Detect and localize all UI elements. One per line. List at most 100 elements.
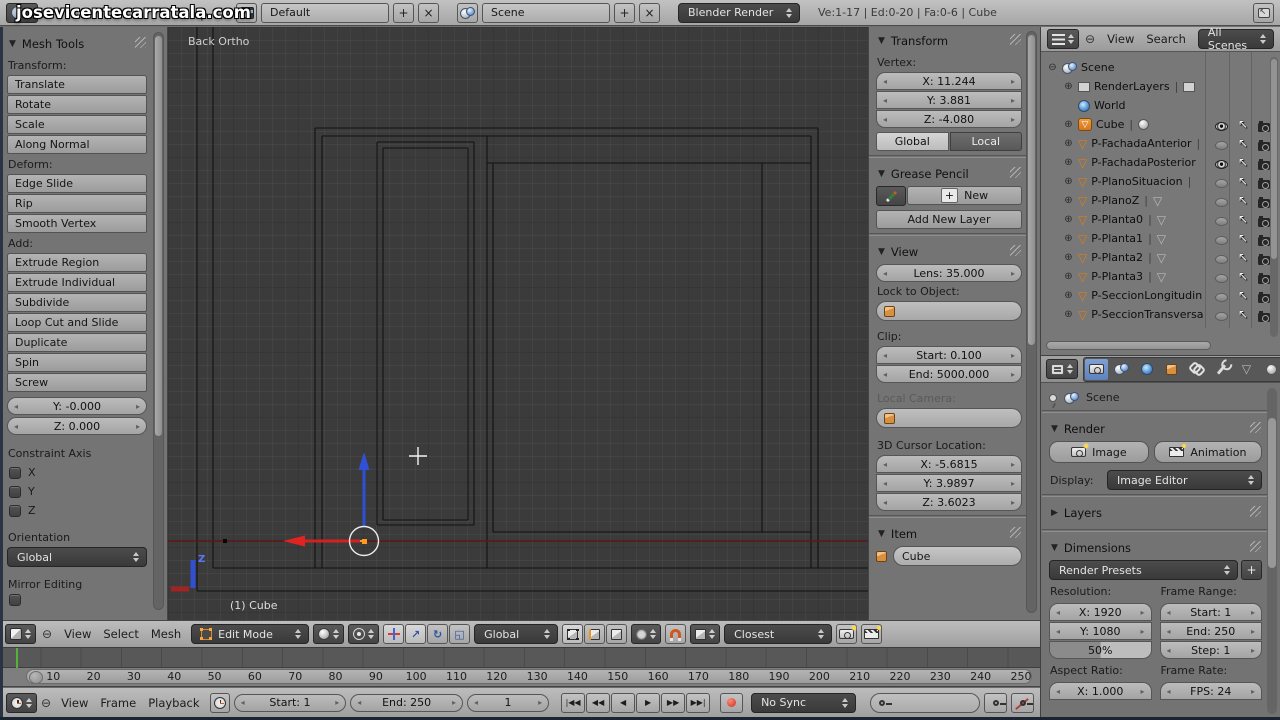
auto-keyframe-record-button[interactable] xyxy=(720,692,744,713)
current-frame-indicator[interactable] xyxy=(16,648,18,668)
outliner-row-p-planta1[interactable]: ⊕ ▽ P-Planta1 | ▽ ↖ xyxy=(1041,229,1280,248)
visibility-eye-icon[interactable] xyxy=(1215,252,1228,265)
delete-keyframe-button[interactable] xyxy=(1011,692,1035,713)
outliner-menu-search[interactable]: Search xyxy=(1140,32,1192,46)
rotate-manipulator-button[interactable]: ↻ xyxy=(427,624,449,644)
editor-type-button-properties[interactable] xyxy=(1046,359,1078,379)
outliner-row-p-planosituacion[interactable]: ⊕ ▽ P-PlanoSituacion | ↖ xyxy=(1041,172,1280,191)
timeline-ruler[interactable]: 10 20 30 40 50 60 70 80 90 100 110 120 130 140 150 160 1… xyxy=(0,668,1040,687)
outliner-menu-view[interactable]: View xyxy=(1101,32,1140,46)
tool-button-extrude-individual[interactable]: Extrude Individual xyxy=(7,273,147,292)
axis-z-checkbox[interactable] xyxy=(9,504,21,517)
add-scene-button[interactable]: + xyxy=(614,2,635,23)
selectability-cursor-icon[interactable]: ↖ xyxy=(1238,174,1248,188)
collapse-icon[interactable]: ⊖ xyxy=(1047,62,1058,73)
outliner-row-p-planta3[interactable]: ⊕ ▽ P-Planta3 | ▽ ↖ xyxy=(1041,267,1280,286)
vertex-point[interactable] xyxy=(223,539,227,543)
viewport-menu-view[interactable]: View xyxy=(58,627,97,641)
visibility-eye-icon[interactable] xyxy=(1215,195,1228,208)
render-image-button[interactable]: Image xyxy=(1049,441,1149,463)
tab-render[interactable] xyxy=(1085,358,1108,380)
selectability-cursor-icon[interactable]: ↖ xyxy=(1238,288,1248,302)
tab-world[interactable] xyxy=(1135,359,1158,380)
visibility-eye-icon[interactable] xyxy=(1215,214,1228,227)
tool-shelf-scrollbar[interactable] xyxy=(153,32,164,610)
renderability-camera-icon[interactable] xyxy=(1258,253,1270,266)
tool-button-screw[interactable]: Screw xyxy=(7,373,147,392)
add-preset-button[interactable]: + xyxy=(1241,560,1262,580)
tab-object[interactable] xyxy=(1160,359,1183,380)
end-frame-field[interactable]: End: 250 xyxy=(350,693,463,712)
outliner-row-p-planta0[interactable]: ⊕ ▽ P-Planta0 | ▽ ↖ xyxy=(1041,210,1280,229)
resolution-y-field[interactable]: Y: 1080 xyxy=(1049,622,1152,640)
jump-to-prev-keyframe-button[interactable]: ◀◀ xyxy=(586,692,611,713)
current-frame-field[interactable]: 1 xyxy=(466,693,550,712)
grease-new-button[interactable]: + New xyxy=(907,186,1022,205)
grease-pencil-panel-header[interactable]: ▼ Grease Pencil xyxy=(876,162,1022,186)
clip-end-field[interactable]: End: 5000.000 xyxy=(876,365,1022,383)
pivot-point-select[interactable] xyxy=(348,624,380,644)
renderability-camera-icon[interactable] xyxy=(1258,158,1270,171)
scrollbar-thumb[interactable] xyxy=(155,36,162,436)
visibility-eye-icon[interactable] xyxy=(1215,309,1228,322)
outliner-row-p-fachadaanterior[interactable]: ⊕ ▽ P-FachadaAnterior | ↖ xyxy=(1041,134,1280,153)
mesh-tools-panel-header[interactable]: ▼ Mesh Tools xyxy=(7,32,147,56)
expand-icon[interactable]: ⊕ xyxy=(1063,195,1074,206)
outliner-row-p-planta2[interactable]: ⊕ ▽ P-Planta2 | ▽ ↖ xyxy=(1041,248,1280,267)
frame-start-field[interactable]: Start: 1 xyxy=(1159,603,1262,621)
outliner-row-p-fachadaposterior[interactable]: ⊕ ▽ P-FachadaPosterior ↖ xyxy=(1041,153,1280,172)
expand-icon[interactable]: ⊕ xyxy=(1063,290,1074,301)
resolution-percentage-slider[interactable]: 50% xyxy=(1049,641,1152,659)
x-axis-arrow-icon[interactable] xyxy=(283,535,305,547)
collapse-menus-icon[interactable]: ⊖ xyxy=(40,627,54,641)
renderability-camera-icon[interactable] xyxy=(1258,310,1270,323)
collapse-menus-icon[interactable]: ⊖ xyxy=(41,696,51,710)
translate-manipulator[interactable] xyxy=(283,452,380,557)
properties-scrollbar[interactable] xyxy=(1267,388,1277,714)
active-keying-set-field[interactable] xyxy=(869,692,981,713)
tab-scene[interactable] xyxy=(1110,359,1133,380)
selectability-cursor-icon[interactable]: ↖ xyxy=(1238,136,1248,150)
timeline-menu-playback[interactable]: Playback xyxy=(142,696,205,710)
editor-type-button-timeline[interactable] xyxy=(6,692,37,713)
viewport-shading-select[interactable] xyxy=(313,624,345,644)
scrollbar-thumb[interactable] xyxy=(1271,59,1277,259)
selectability-cursor-icon[interactable]: ↖ xyxy=(1238,250,1248,264)
outliner-horizontal-scrollbar[interactable] xyxy=(1046,341,1211,350)
selectability-cursor-icon[interactable]: ↖ xyxy=(1238,212,1248,226)
render-panel-header[interactable]: ▼ Render xyxy=(1049,417,1262,441)
operator-stepper-y[interactable]: Y: -0.000 xyxy=(7,397,147,415)
transform-panel-header[interactable]: ▼ Transform xyxy=(876,29,1022,53)
expand-icon[interactable]: ⊕ xyxy=(1063,214,1074,225)
tool-button-scale[interactable]: Scale xyxy=(7,115,147,134)
display-method-select[interactable]: Image Editor xyxy=(1107,470,1262,490)
renderability-camera-icon[interactable] xyxy=(1258,196,1270,209)
manipulator-center[interactable] xyxy=(362,539,367,544)
item-panel-header[interactable]: ▼ Item xyxy=(876,522,1022,546)
viewport-menu-select[interactable]: Select xyxy=(97,627,144,641)
expand-icon[interactable]: ⊕ xyxy=(1063,138,1074,149)
visibility-eye-icon[interactable] xyxy=(1215,271,1228,284)
timeline-track[interactable] xyxy=(0,648,1040,668)
npanel-scrollbar[interactable] xyxy=(1026,31,1037,613)
tool-button-smooth-vertex[interactable]: Smooth Vertex xyxy=(7,214,147,233)
window-duplicate-button[interactable] xyxy=(1253,2,1274,23)
close-layout-button[interactable]: × xyxy=(418,2,439,23)
snap-element-select[interactable] xyxy=(690,624,721,644)
pin-icon[interactable] xyxy=(1049,393,1057,402)
selectability-cursor-icon[interactable]: ↖ xyxy=(1238,269,1248,283)
scrollbar-knob[interactable] xyxy=(29,670,43,684)
tool-button-along-normal[interactable]: Along Normal xyxy=(7,135,147,154)
cursor-y-field[interactable]: Y: 3.9897 xyxy=(876,474,1022,492)
renderability-camera-icon[interactable] xyxy=(1258,120,1270,133)
tool-button-extrude-region[interactable]: Extrude Region xyxy=(7,253,147,272)
delete-scene-button[interactable]: × xyxy=(639,2,660,23)
editor-type-button-3dview[interactable] xyxy=(5,624,36,644)
frame-step-field[interactable]: Step: 1 xyxy=(1159,641,1262,659)
outliner-row-p-planoz[interactable]: ⊕ ▽ P-PlanoZ | ▽ ↖ xyxy=(1041,191,1280,210)
translate-manipulator-button[interactable]: ↗ xyxy=(405,624,427,644)
local-button[interactable]: Local xyxy=(949,132,1022,151)
expand-icon[interactable]: ⊕ xyxy=(1063,309,1074,320)
vertex-z-field[interactable]: Z: -4.080 xyxy=(876,110,1022,128)
expand-icon[interactable]: ⊕ xyxy=(1063,81,1074,92)
